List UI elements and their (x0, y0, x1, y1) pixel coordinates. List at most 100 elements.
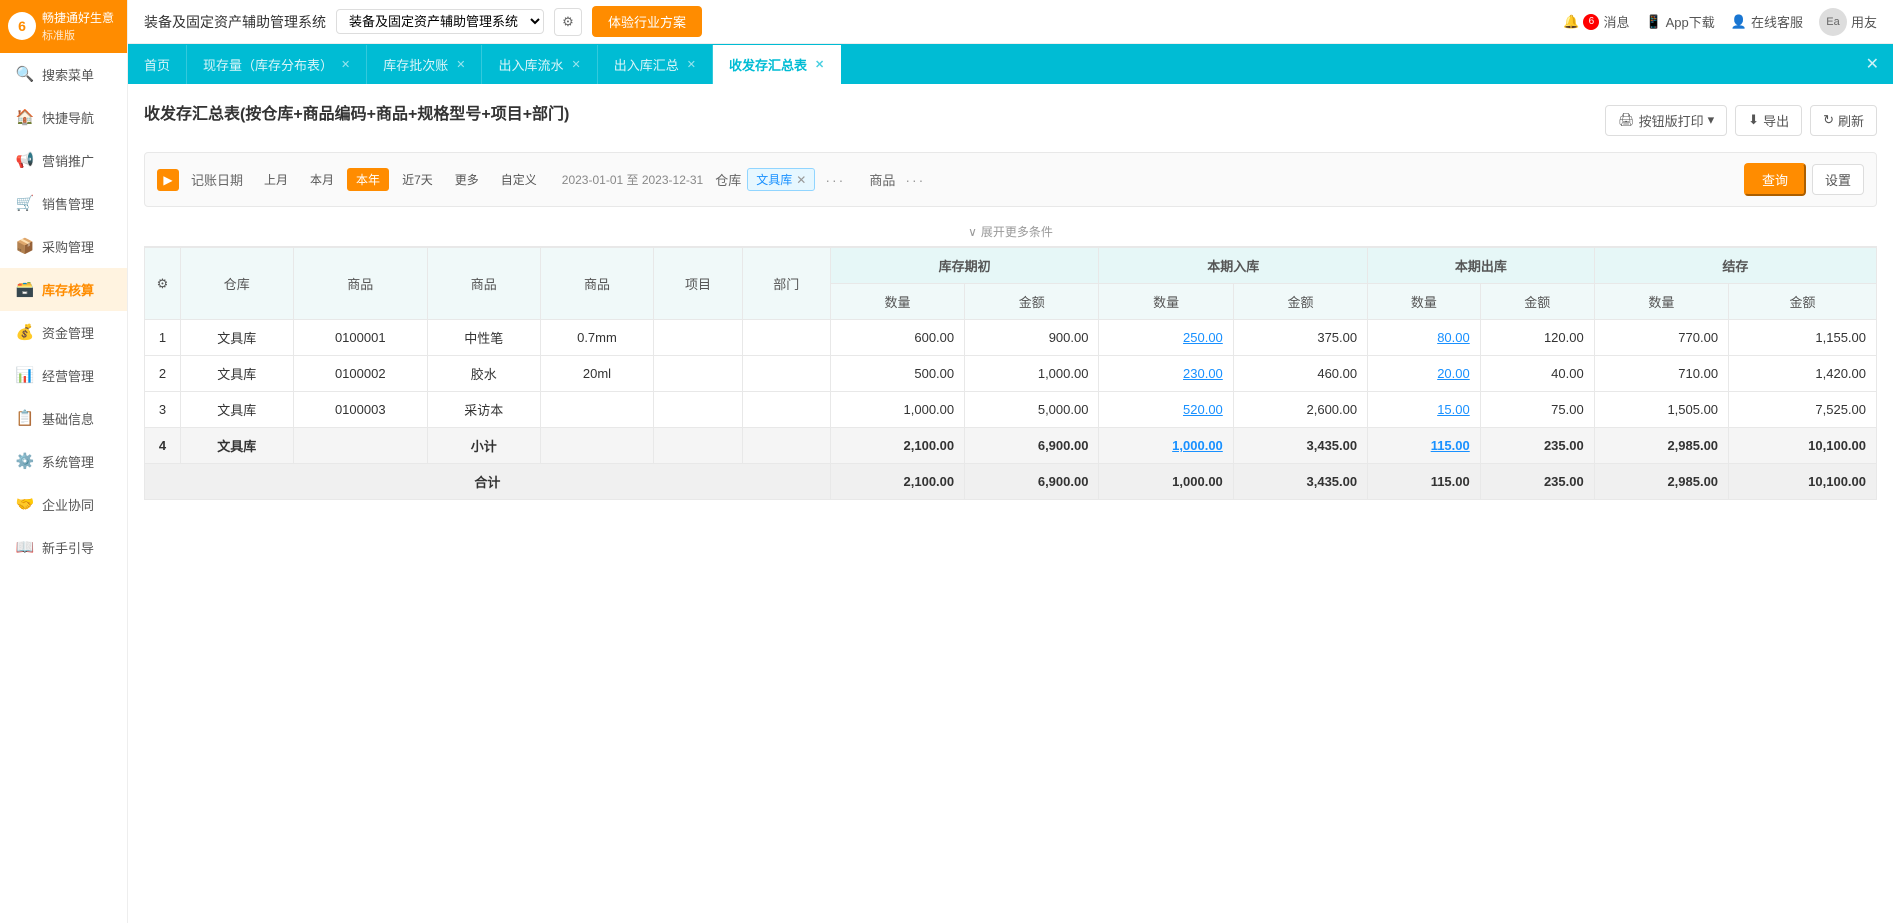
cell-out-qty[interactable]: 80.00 (1368, 320, 1481, 356)
footer-in-amt: 3,435.00 (1233, 464, 1367, 500)
col-header-project: 项目 (654, 248, 742, 320)
table-settings-col[interactable]: ⚙ (145, 248, 181, 320)
cell-dept (742, 428, 830, 464)
page-title: 收发存汇总表(按仓库+商品编码+商品+规格型号+项目+部门) (144, 100, 569, 124)
goods-more-btn[interactable]: ··· (901, 172, 929, 188)
topbar: 装备及固定资产辅助管理系统 装备及固定资产辅助管理系统 ⚙ 体验行业方案 🔔 6… (128, 0, 1893, 44)
inventory-icon: 🗃️ (16, 280, 34, 298)
cell-num: 3 (145, 392, 181, 428)
cell-out-qty[interactable]: 115.00 (1368, 428, 1481, 464)
sidebar-item-system[interactable]: ⚙️ 系统管理 (0, 440, 127, 483)
enterprise-icon: 🤝 (16, 495, 34, 513)
phone-icon: 📱 (1645, 14, 1661, 30)
sidebar-item-quick-nav[interactable]: 🏠 快捷导航 (0, 96, 127, 139)
filter-settings-btn[interactable]: 设置 (1812, 164, 1864, 195)
app-download-btn[interactable]: 📱 App下载 (1645, 12, 1714, 31)
cell-out-qty[interactable]: 20.00 (1368, 356, 1481, 392)
cell-num: 4 (145, 428, 181, 464)
tab-close-in-out-flow[interactable]: ✕ (572, 58, 581, 71)
sales-icon: 🛒 (16, 194, 34, 212)
sidebar-item-enterprise[interactable]: 🤝 企业协同 (0, 483, 127, 526)
date-btn-this-year[interactable]: 本年 (347, 168, 389, 191)
export-btn[interactable]: ⬇ 导出 (1735, 105, 1802, 136)
cell-warehouse: 文具库 (181, 392, 294, 428)
footer-balance-amt: 10,100.00 (1729, 464, 1877, 500)
col-header-goods-code: 商品 (293, 248, 427, 320)
cell-out-amt: 120.00 (1480, 320, 1594, 356)
experience-btn[interactable]: 体验行业方案 (592, 6, 702, 37)
sidebar-item-finance[interactable]: 💰 资金管理 (0, 311, 127, 354)
filter-bar: ▶ 记账日期 上月 本月 本年 近7天 更多 自定义 2023-01-01 至 … (144, 152, 1877, 207)
sidebar-item-purchase[interactable]: 📦 采购管理 (0, 225, 127, 268)
notification-badge: 6 (1583, 14, 1599, 30)
tab-inventory-dist[interactable]: 现存量（库存分布表） ✕ (187, 45, 367, 84)
settings-gear-button[interactable]: ⚙ (554, 8, 582, 36)
cell-opening-qty: 500.00 (830, 356, 964, 392)
print-btn[interactable]: 🖨 按钮版打印 ▾ (1605, 105, 1727, 136)
main-area: 装备及固定资产辅助管理系统 装备及固定资产辅助管理系统 ⚙ 体验行业方案 🔔 6… (128, 0, 1893, 923)
cell-num: 2 (145, 356, 181, 392)
warehouse-more-btn[interactable]: ··· (821, 172, 849, 188)
user-btn[interactable]: Ea 用友 (1819, 8, 1877, 36)
col-header-opening-qty: 数量 (830, 284, 964, 320)
cell-out-amt: 40.00 (1480, 356, 1594, 392)
cell-balance-qty: 1,505.00 (1594, 392, 1728, 428)
tab-close-batch-ledger[interactable]: ✕ (456, 58, 465, 71)
chevron-down-icon: ∨ (968, 225, 977, 239)
cell-goods-name: 胶水 (427, 356, 540, 392)
expand-conditions-btn[interactable]: ∨ 展开更多条件 (968, 223, 1053, 240)
logo-text: 畅捷通好生意 标准版 (42, 10, 114, 43)
data-table: ⚙ 仓库 商品 商品 商品 项目 部门 库存期初 本期入库 本期出库 结存 (144, 247, 1877, 500)
date-btn-this-month[interactable]: 本月 (301, 168, 343, 191)
topbar-right: 🔔 6 消息 📱 App下载 👤 在线客服 Ea 用友 (1563, 8, 1877, 36)
col-header-out-amt: 金额 (1480, 284, 1594, 320)
cell-goods-code: 0100002 (293, 356, 427, 392)
cell-in-qty[interactable]: 230.00 (1099, 356, 1233, 392)
sidebar-item-operation[interactable]: 📊 经营管理 (0, 354, 127, 397)
sidebar-item-marketing[interactable]: 📢 营销推广 (0, 139, 127, 182)
filter-collapse-btn[interactable]: ▶ (157, 169, 179, 191)
sidebar-item-basic-info[interactable]: 📋 基础信息 (0, 397, 127, 440)
tab-close-inventory-dist[interactable]: ✕ (341, 58, 350, 71)
tab-in-out-flow[interactable]: 出入库流水 ✕ (482, 45, 597, 84)
sidebar: 6 畅捷通好生意 标准版 🔍 搜索菜单 🏠 快捷导航 📢 营销推广 🛒 销售管理… (0, 0, 128, 923)
warehouse-tag-close[interactable]: ✕ (796, 173, 806, 187)
online-support-btn[interactable]: 👤 在线客服 (1731, 12, 1803, 31)
cell-goods-spec: 20ml (540, 356, 654, 392)
date-btn-more[interactable]: 更多 (446, 168, 488, 191)
cell-in-qty[interactable]: 250.00 (1099, 320, 1233, 356)
tab-close-in-out-summary[interactable]: ✕ (687, 58, 696, 71)
tab-batch-ledger[interactable]: 库存批次账 ✕ (367, 45, 482, 84)
cell-dept (742, 320, 830, 356)
col-header-out-qty: 数量 (1368, 284, 1481, 320)
sidebar-item-sales[interactable]: 🛒 销售管理 (0, 182, 127, 225)
cell-in-amt: 3,435.00 (1233, 428, 1367, 464)
sidebar-item-guide[interactable]: 📖 新手引导 (0, 526, 127, 569)
date-btn-last-month[interactable]: 上月 (255, 168, 297, 191)
cell-warehouse: 文具库 (181, 356, 294, 392)
notification-btn[interactable]: 🔔 6 消息 (1563, 12, 1629, 31)
refresh-btn[interactable]: ↻ 刷新 (1810, 105, 1877, 136)
cell-out-qty[interactable]: 15.00 (1368, 392, 1481, 428)
cell-goods-name: 中性笔 (427, 320, 540, 356)
tab-home[interactable]: 首页 (128, 45, 187, 84)
cell-in-qty[interactable]: 1,000.00 (1099, 428, 1233, 464)
cell-project (654, 392, 742, 428)
tab-recv-send-summary[interactable]: 收发存汇总表 ✕ (713, 45, 841, 84)
sidebar-logo: 6 畅捷通好生意 标准版 (0, 0, 127, 53)
cell-in-qty[interactable]: 520.00 (1099, 392, 1233, 428)
tabbar-close-all-btn[interactable]: ✕ (1852, 44, 1893, 84)
tab-close-recv-send-summary[interactable]: ✕ (815, 58, 824, 71)
sidebar-item-inventory[interactable]: 🗃️ 库存核算 (0, 268, 127, 311)
footer-out-amt: 235.00 (1480, 464, 1594, 500)
sidebar-item-search[interactable]: 🔍 搜索菜单 (0, 53, 127, 96)
cell-in-amt: 460.00 (1233, 356, 1367, 392)
date-btn-custom[interactable]: 自定义 (492, 168, 546, 191)
cell-balance-amt: 10,100.00 (1729, 428, 1877, 464)
date-btn-7days[interactable]: 近7天 (393, 168, 442, 191)
query-btn[interactable]: 查询 (1744, 163, 1806, 196)
tab-in-out-summary[interactable]: 出入库汇总 ✕ (598, 45, 713, 84)
cell-dept (742, 356, 830, 392)
footer-balance-qty: 2,985.00 (1594, 464, 1728, 500)
system-select[interactable]: 装备及固定资产辅助管理系统 (336, 9, 544, 34)
